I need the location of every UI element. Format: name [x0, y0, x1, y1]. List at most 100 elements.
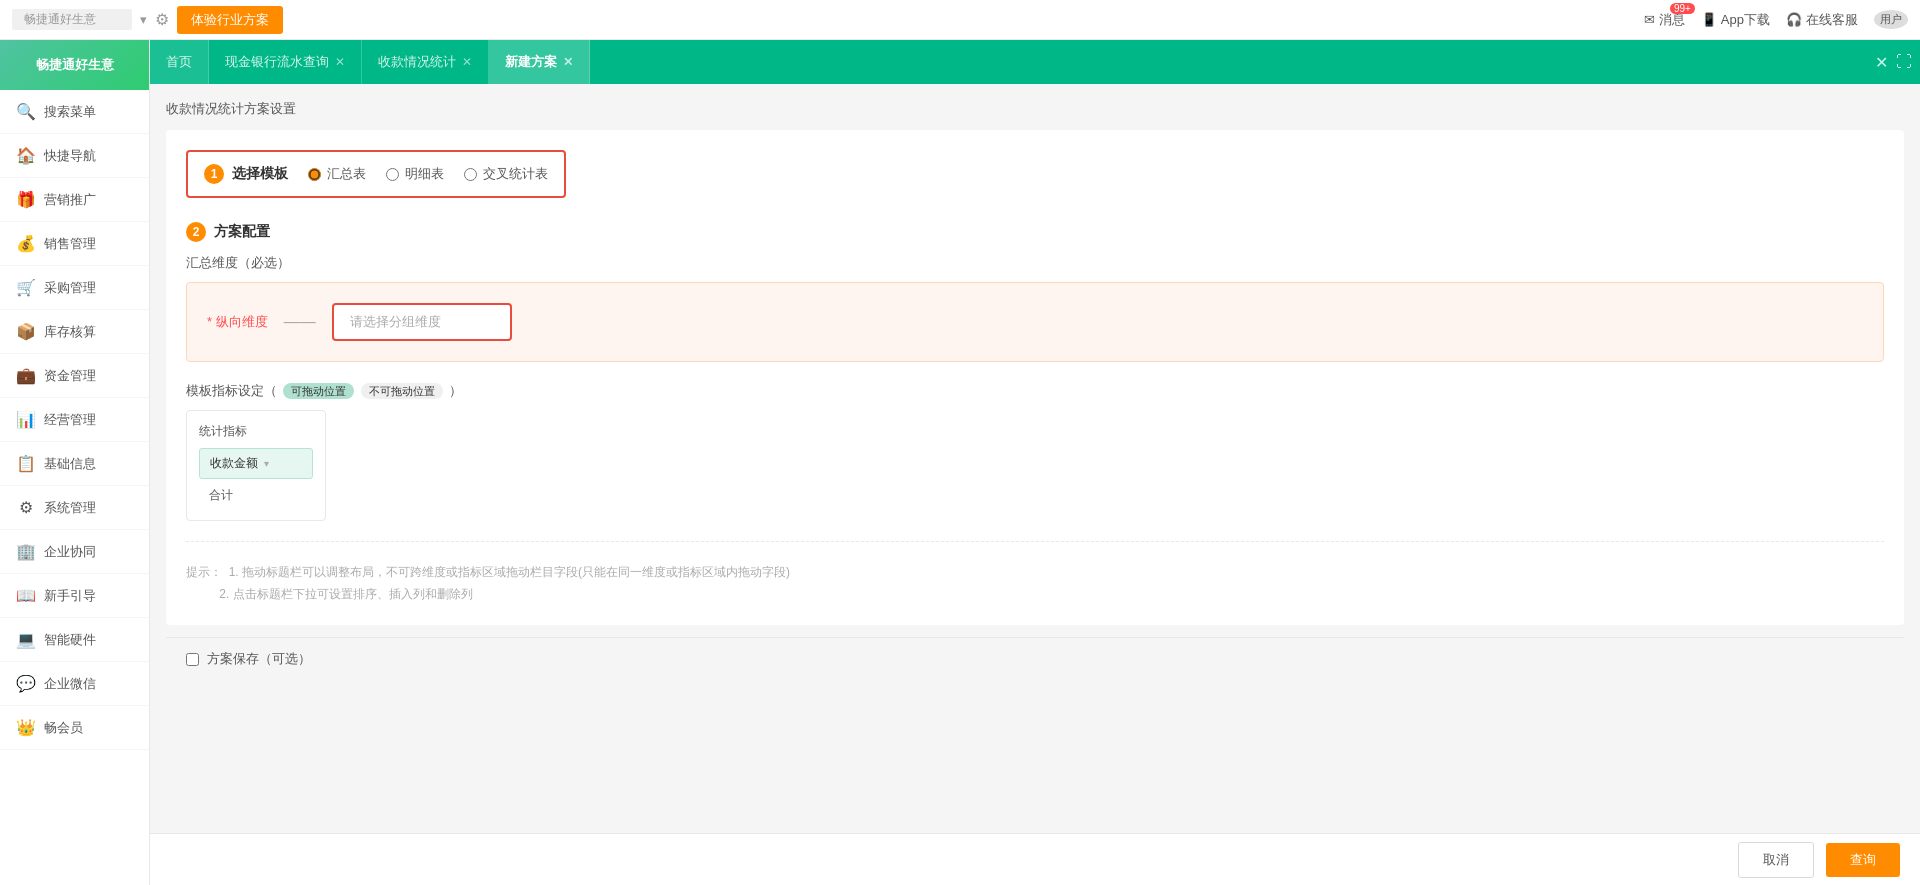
query-button[interactable]: 查询 [1826, 843, 1900, 877]
template-section-wrapper: 1 选择模板 汇总表 明细表 [186, 150, 1884, 198]
guide-icon: 📖 [16, 586, 36, 605]
radio-detail-label: 明细表 [405, 165, 444, 183]
tab-collection-stats-close-icon[interactable]: ✕ [462, 55, 472, 69]
sidebar-label-sales: 销售管理 [44, 235, 96, 253]
sidebar-item-hardware[interactable]: 💻 智能硬件 [0, 618, 149, 662]
sidebar-item-inventory[interactable]: 📦 库存核算 [0, 310, 149, 354]
inventory-icon: 📦 [16, 322, 36, 341]
metrics-section-label: 模板指标设定（ 可拖动位置 不可拖动位置 ） [186, 382, 1884, 400]
customer-service-label: 在线客服 [1806, 11, 1858, 29]
tab-new-plan[interactable]: 新建方案 ✕ [489, 40, 590, 84]
tab-bar-actions: ✕ ⛶ [1875, 53, 1920, 72]
config-section: 2 方案配置 汇总维度（必选） * 纵向维度 —— 请选择分组维度 [186, 222, 1884, 605]
breadcrumb-text: 畅捷通好生意 [12, 9, 132, 30]
sidebar-item-wechat[interactable]: 💬 企业微信 [0, 662, 149, 706]
metric-chevron-icon[interactable]: ▾ [264, 458, 269, 469]
sidebar-label-wechat: 企业微信 [44, 675, 96, 693]
sidebar-label-hardware: 智能硬件 [44, 631, 96, 649]
sidebar-label-finance: 资金管理 [44, 367, 96, 385]
metrics-label-text: 模板指标设定（ [186, 383, 277, 398]
sidebar-item-marketing[interactable]: 🎁 营销推广 [0, 178, 149, 222]
tab-home[interactable]: 首页 [150, 40, 209, 84]
sidebar-item-operations[interactable]: 📊 经营管理 [0, 398, 149, 442]
sidebar-label-enterprise: 企业协同 [44, 543, 96, 561]
metrics-section: 模板指标设定（ 可拖动位置 不可拖动位置 ） 统计指标 收款金额 ▾ [186, 382, 1884, 521]
sidebar-label-operations: 经营管理 [44, 411, 96, 429]
customer-service-button[interactable]: 🎧 在线客服 [1786, 11, 1858, 29]
sidebar-item-guide[interactable]: 📖 新手引导 [0, 574, 149, 618]
sidebar-item-purchase[interactable]: 🛒 采购管理 [0, 266, 149, 310]
message-icon: ✉ [1644, 12, 1655, 27]
footer-section: 方案保存（可选） [166, 637, 1904, 680]
sidebar-item-sales[interactable]: 💰 销售管理 [0, 222, 149, 266]
sidebar-label-inventory: 库存核算 [44, 323, 96, 341]
avatar-icon: 用户 [1874, 10, 1908, 29]
non-draggable-badge: 不可拖动位置 [361, 383, 443, 399]
save-label: 方案保存（可选） [207, 650, 311, 668]
metric-amount-label: 收款金额 [210, 455, 258, 472]
save-checkbox[interactable] [186, 653, 199, 666]
tab-collection-stats-label: 收款情况统计 [378, 53, 456, 71]
service-icon: 🎧 [1786, 12, 1802, 27]
sidebar: 畅捷通好生意 标准版 🔍 搜索菜单 🏠 快捷导航 🎁 营销推广 💰 销售管理 🛒… [0, 40, 150, 885]
sidebar-item-member[interactable]: 👑 畅会员 [0, 706, 149, 750]
metrics-close-text: ） [449, 383, 462, 398]
metric-tag-amount[interactable]: 收款金额 ▾ [199, 448, 313, 479]
radio-summary-input[interactable] [308, 168, 321, 181]
trial-button[interactable]: 体验行业方案 [177, 6, 283, 34]
tab-minimize-icon[interactable]: ✕ [1875, 53, 1888, 72]
messages-button[interactable]: ✉ 消息 99+ [1644, 11, 1685, 29]
sidebar-item-finance[interactable]: 💼 资金管理 [0, 354, 149, 398]
operations-icon: 📊 [16, 410, 36, 429]
dropdown-arrow-icon[interactable]: ▾ [140, 12, 147, 27]
cancel-button[interactable]: 取消 [1738, 842, 1814, 878]
section1-header: 1 选择模板 [204, 164, 288, 184]
sidebar-label-basic-info: 基础信息 [44, 455, 96, 473]
section2-title: 方案配置 [214, 223, 270, 241]
member-icon: 👑 [16, 718, 36, 737]
radio-detail[interactable]: 明细表 [386, 165, 444, 183]
tab-new-plan-label: 新建方案 [505, 53, 557, 71]
dimension-row: * 纵向维度 —— 请选择分组维度 [207, 303, 1863, 341]
sidebar-label-marketing: 营销推广 [44, 191, 96, 209]
dimension-area: * 纵向维度 —— 请选择分组维度 [186, 282, 1884, 362]
user-avatar[interactable]: 用户 [1874, 10, 1908, 29]
tab-new-plan-close-icon[interactable]: ✕ [563, 55, 573, 69]
sidebar-item-search-menu[interactable]: 🔍 搜索菜单 [0, 90, 149, 134]
header-left: 畅捷通好生意 ▾ ⚙ 体验行业方案 [12, 6, 283, 34]
hardware-icon: 💻 [16, 630, 36, 649]
radio-cross-input[interactable] [464, 168, 477, 181]
sidebar-item-system[interactable]: ⚙ 系统管理 [0, 486, 149, 530]
sidebar-item-enterprise[interactable]: 🏢 企业协同 [0, 530, 149, 574]
sales-icon: 💰 [16, 234, 36, 253]
radio-summary-label: 汇总表 [327, 165, 366, 183]
sidebar-item-basic-info[interactable]: 📋 基础信息 [0, 442, 149, 486]
tab-home-label: 首页 [166, 53, 192, 71]
radio-detail-input[interactable] [386, 168, 399, 181]
finance-icon: 💼 [16, 366, 36, 385]
tab-maximize-icon[interactable]: ⛶ [1896, 53, 1912, 71]
dimension-selector[interactable]: 请选择分组维度 [332, 303, 512, 341]
vertical-dimension-label: * 纵向维度 [207, 313, 268, 331]
wechat-icon: 💬 [16, 674, 36, 693]
top-header: 畅捷通好生意 ▾ ⚙ 体验行业方案 ✉ 消息 99+ 📱 App下载 🎧 在线客… [0, 0, 1920, 40]
marketing-icon: 🎁 [16, 190, 36, 209]
section2-header: 2 方案配置 [186, 222, 1884, 242]
tip-2: 2. 点击标题栏下拉可设置排序、插入列和删除列 [186, 584, 1884, 606]
radio-summary[interactable]: 汇总表 [308, 165, 366, 183]
basic-info-icon: 📋 [16, 454, 36, 473]
system-icon: ⚙ [16, 498, 36, 517]
tab-collection-stats[interactable]: 收款情况统计 ✕ [362, 40, 489, 84]
tab-bank-flow-close-icon[interactable]: ✕ [335, 55, 345, 69]
app-download-button[interactable]: 📱 App下载 [1701, 11, 1770, 29]
sidebar-item-quick-nav[interactable]: 🏠 快捷导航 [0, 134, 149, 178]
sidebar-label-purchase: 采购管理 [44, 279, 96, 297]
tab-bank-flow[interactable]: 现金银行流水查询 ✕ [209, 40, 362, 84]
radio-cross-label: 交叉统计表 [483, 165, 548, 183]
settings-icon[interactable]: ⚙ [155, 10, 169, 29]
radio-cross[interactable]: 交叉统计表 [464, 165, 548, 183]
template-selector: 1 选择模板 汇总表 明细表 [186, 150, 566, 198]
settings-card: 1 选择模板 汇总表 明细表 [166, 130, 1904, 625]
search-menu-icon: 🔍 [16, 102, 36, 121]
messages-badge: 99+ [1670, 3, 1695, 14]
